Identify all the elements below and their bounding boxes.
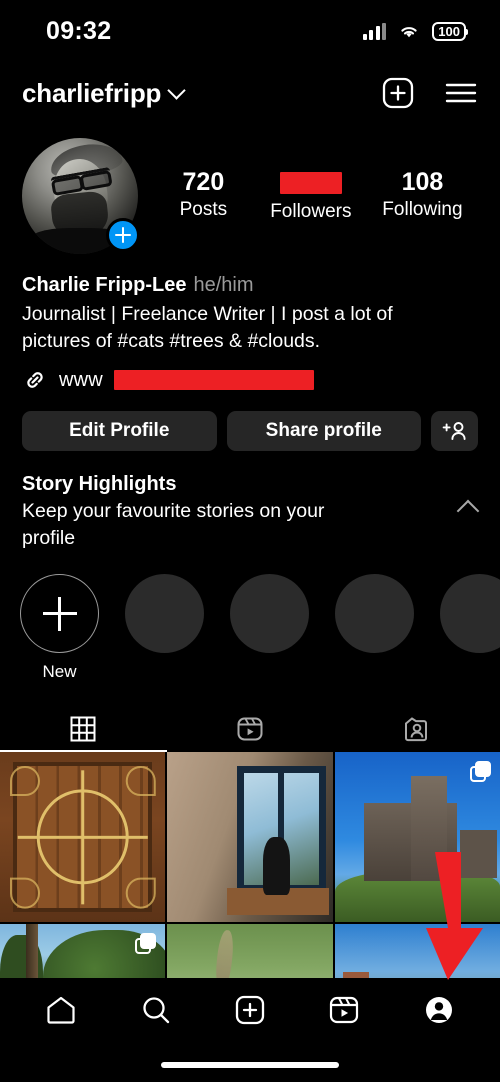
search-nav-button[interactable]: [129, 983, 183, 1037]
bottom-navigation-bar: [0, 978, 500, 1082]
highlight-circle: [335, 574, 414, 653]
create-nav-button[interactable]: [223, 983, 277, 1037]
profile-header: charliefripp: [0, 62, 500, 124]
profile-bio: Charlie Fripp-Lee he/him Journalist | Fre…: [0, 254, 500, 393]
highlight-circle: [440, 574, 500, 653]
tab-grid[interactable]: [0, 706, 167, 752]
stat-posts[interactable]: 720 Posts: [167, 167, 239, 223]
grid-icon: [70, 716, 96, 742]
story-highlights-section: Story Highlights Keep your favourite sto…: [0, 451, 500, 552]
cellular-signal-icon: [362, 22, 387, 40]
reels-nav-button[interactable]: [317, 983, 371, 1037]
bottom-nav-items: [0, 978, 500, 1042]
grid-post[interactable]: [0, 752, 166, 923]
plus-square-icon: [235, 995, 265, 1025]
story-highlights-title: Story Highlights: [22, 473, 177, 495]
profile-nav-button[interactable]: [412, 983, 466, 1037]
tab-tagged[interactable]: [333, 706, 500, 752]
hamburger-menu-icon[interactable]: [444, 80, 478, 106]
bio-text: Journalist | Freelance Writer | I post a…: [22, 303, 393, 352]
link-chain-icon: [27, 372, 43, 388]
story-highlights-subtitle: Keep your favourite stories on your prof…: [22, 500, 325, 549]
stat-following-label: Following: [382, 199, 463, 220]
header-actions: [381, 76, 478, 110]
highlight-placeholder[interactable]: [335, 574, 414, 653]
name-line: Charlie Fripp-Lee he/him: [22, 274, 478, 297]
link-url-redaction: [113, 370, 314, 390]
profile-action-buttons: Edit Profile Share profile: [0, 393, 500, 451]
stat-posts-label: Posts: [179, 199, 228, 220]
story-highlights-row[interactable]: New: [0, 552, 500, 682]
home-nav-button[interactable]: [34, 983, 88, 1037]
post-thumbnail: [167, 752, 333, 923]
grid-post[interactable]: [334, 752, 500, 923]
profile-link[interactable]: www: [22, 367, 478, 393]
stat-following-value: 108: [401, 168, 444, 196]
home-indicator: [161, 1062, 339, 1068]
chevron-up-icon[interactable]: [456, 499, 480, 523]
grid-post[interactable]: [167, 752, 333, 923]
add-story-plus-icon[interactable]: [106, 218, 140, 252]
stat-followers[interactable]: Followers: [270, 167, 352, 225]
wifi-icon: [401, 27, 417, 38]
search-icon: [142, 997, 169, 1024]
header-username: charliefripp: [22, 77, 162, 108]
battery-icon: 100: [432, 21, 468, 41]
profile-avatar-icon: [425, 997, 452, 1023]
highlight-placeholder[interactable]: [230, 574, 309, 653]
chevron-down-icon: [167, 80, 186, 100]
tab-reels[interactable]: [167, 706, 334, 752]
display-name: Charlie Fripp-Lee: [22, 274, 187, 296]
new-highlight-label: New: [42, 662, 77, 681]
highlight-circle: [230, 574, 309, 653]
highlight-circle: [125, 574, 204, 653]
add-person-button[interactable]: [431, 411, 478, 451]
profile-stats: 720 Posts Followers 108 Following: [138, 167, 478, 225]
followers-count-redaction: [279, 172, 342, 194]
home-icon: [47, 996, 75, 1024]
instagram-profile-screen: 09:32 100 charliefripp 720 Posts Followe…: [0, 0, 500, 1082]
share-profile-button[interactable]: Share profile: [226, 411, 421, 451]
stat-posts-value: 720: [182, 168, 225, 196]
highlight-placeholder[interactable]: [125, 574, 204, 653]
status-bar-clock: 09:32: [46, 16, 112, 45]
carousel-icon: [135, 933, 157, 955]
link-text: www: [59, 368, 103, 391]
pronouns: he/him: [193, 274, 254, 296]
post-thumbnail: [0, 752, 166, 923]
stat-following[interactable]: 108 Following: [382, 167, 462, 223]
new-highlight-button[interactable]: New: [20, 574, 99, 682]
tagged-person-icon: [404, 717, 427, 742]
profile-summary: 720 Posts Followers 108 Following: [0, 124, 500, 254]
status-bar-indicators: 100: [362, 21, 468, 41]
plus-square-icon[interactable]: [381, 76, 415, 110]
carousel-icon: [469, 761, 491, 782]
edit-profile-button[interactable]: Edit Profile: [22, 411, 217, 451]
account-switcher[interactable]: charliefripp: [22, 77, 186, 109]
highlight-placeholder[interactable]: [440, 574, 500, 653]
profile-tabs: [0, 706, 500, 752]
reels-icon: [237, 717, 263, 741]
status-bar: 09:32 100: [0, 0, 500, 62]
avatar[interactable]: [22, 138, 140, 254]
add-person-icon: [442, 422, 466, 440]
new-highlight-plus-icon: [20, 574, 99, 653]
reels-icon: [330, 996, 359, 1024]
stat-followers-label: Followers: [270, 201, 352, 222]
